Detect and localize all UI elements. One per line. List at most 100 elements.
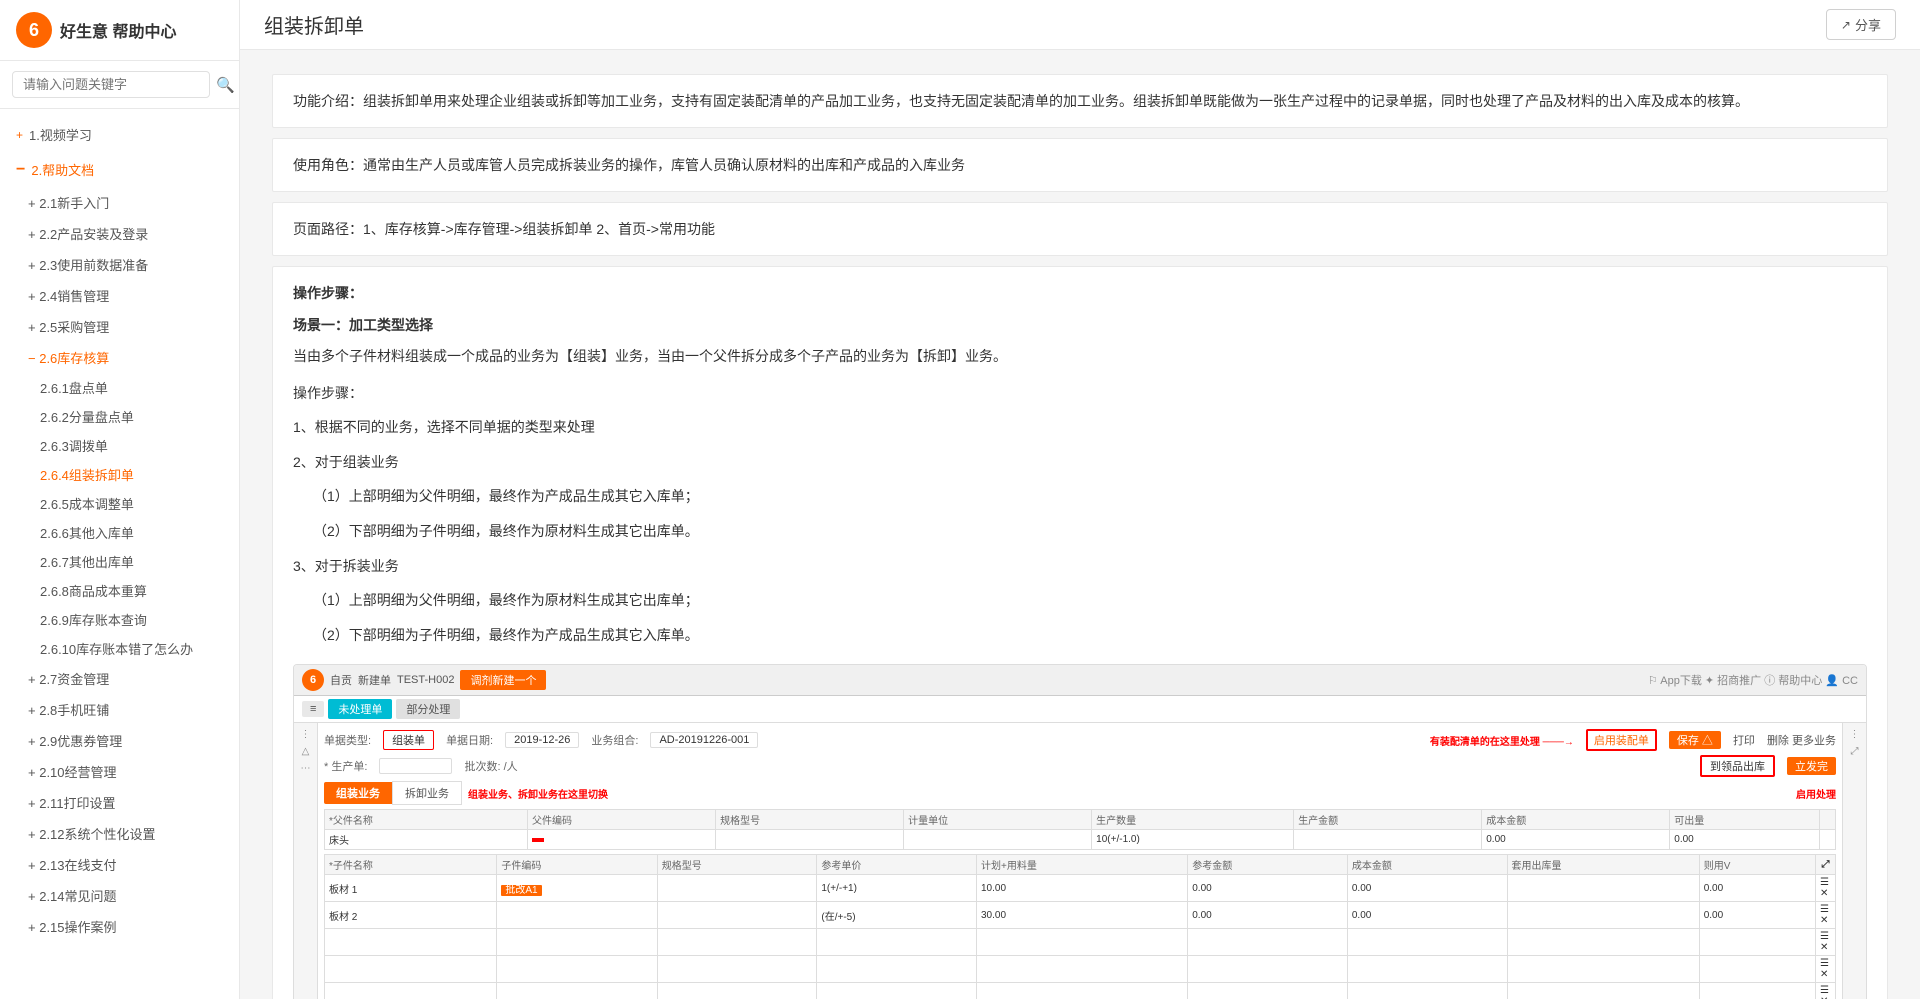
sidebar-item-finance[interactable]: + 2.7资金管理 [0, 663, 239, 694]
breadcrumb-text: 页面路径：1、库存核算->库存管理->组装拆卸单 2、首页->常用功能 [293, 219, 1867, 239]
sidebar-item-inventory[interactable]: − 2.6库存核算 [0, 342, 239, 373]
sidebar-item-purchase[interactable]: + 2.5采购管理 [0, 311, 239, 342]
td-qty: 10(+/-1.0) [1092, 830, 1294, 850]
sim-tabs-row: 组装业务 拆卸业务 组装业务、拆卸业务在这里切换 启用处理 [324, 781, 1836, 805]
sim-left-nav: ≡ [302, 701, 324, 717]
page-title: 组装拆卸单 [264, 10, 364, 39]
sim-logo: 6 [302, 669, 324, 691]
sidebar-item-mobile[interactable]: + 2.8手机旺铺 [0, 694, 239, 725]
sidebar-item-install[interactable]: + 2.2产品安装及登录 [0, 218, 239, 249]
sidebar-item-2-6-10[interactable]: 2.6.10库存账本错了怎么办 [0, 634, 239, 663]
sidebar-item-ops[interactable]: + 2.10经营管理 [0, 756, 239, 787]
sim-btn-config[interactable]: 启用装配单 [1586, 729, 1657, 751]
sidebar-item-coupon[interactable]: + 2.9优惠券管理 [0, 725, 239, 756]
sidebar-item-custom[interactable]: + 2.12系统个性化设置 [0, 818, 239, 849]
step2: 2、对于组装业务 [293, 449, 1867, 476]
sim-tab-partial[interactable]: 部分处理 [396, 699, 460, 719]
expand-icon: + [16, 128, 23, 142]
sim-btn-new[interactable]: 调剂新建一个 [460, 670, 546, 690]
sim-parent-table: *父件名称 父件编码 规格型号 计量单位 生产数量 生产金额 成本金额 可出量 [324, 809, 1836, 850]
sidebar-item-data-prep[interactable]: + 2.3使用前数据准备 [0, 249, 239, 280]
th-child-spec: 规格型号 [657, 855, 817, 875]
sim-nav-new: 新建单 [358, 672, 391, 688]
expand-icon-2-7: + [28, 672, 39, 687]
search-box: 🔍 [0, 61, 239, 109]
step3: 3、对于拆装业务 [293, 553, 1867, 580]
td-act [1820, 830, 1836, 850]
sidebar-item-payment[interactable]: + 2.13在线支付 [0, 849, 239, 880]
sim-nav-home: 自贡 [330, 672, 352, 688]
expand-icon-2-11: + [28, 796, 39, 811]
nav-items: + 1.视频学习 − 2.帮助文档 + 2.1新手入门 + 2.2产品安装及登录… [0, 109, 239, 999]
sidebar: 6 好生意 帮助中心 🔍 + 1.视频学习 − 2.帮助文档 + 2.1新手入门… [0, 0, 240, 999]
sim-label-num2: 批次数: /人 [464, 758, 517, 774]
expand-icon-2-9: + [28, 734, 39, 749]
scenario1-desc: 当由多个子件材料组装成一个成品的业务为【组装】业务，当由一个父件拆分成多个子产品… [293, 343, 1867, 370]
th-expand: ⤢ [1816, 855, 1836, 875]
sim-sub-bar: ≡ 未处理单 部分处理 [294, 696, 1866, 723]
sim-print: 打印 [1733, 732, 1755, 748]
sidebar-item-2-6-5[interactable]: 2.6.5成本调整单 [0, 489, 239, 518]
sim-num-value[interactable] [379, 758, 452, 774]
th-parent-name: *父件名称 [325, 810, 528, 830]
sidebar-item-cases[interactable]: + 2.15操作案例 [0, 911, 239, 942]
sim-left-icons: ⋮ △ ⋯ [294, 723, 318, 999]
sidebar-item-2-6-8[interactable]: 2.6.8商品成本重算 [0, 576, 239, 605]
search-button[interactable]: 🔍 [216, 76, 235, 94]
table-row: ☰ ✕ [325, 956, 1836, 983]
sidebar-item-2-6-2[interactable]: 2.6.2分量盘点单 [0, 402, 239, 431]
search-input[interactable] [12, 71, 210, 98]
sidebar-item-2-6-7[interactable]: 2.6.7其他出库单 [0, 547, 239, 576]
sim-icon-2: △ [302, 746, 310, 757]
annotation-4-text: 启用处理 [1796, 786, 1836, 801]
sim-badge: 批改A1 [501, 885, 541, 896]
logo-text: 好生意 帮助中心 [60, 18, 176, 42]
th-avail: 可出量 [1670, 810, 1820, 830]
sim-tab-disassemble[interactable]: 拆卸业务 [392, 781, 462, 805]
sidebar-item-print[interactable]: + 2.11打印设置 [0, 787, 239, 818]
table-row: 床头 10(+/-1.0) 0.00 [325, 830, 1836, 850]
sim-right-icon-2: ⤢ [1851, 746, 1859, 757]
sidebar-item-docs[interactable]: − 2.帮助文档 [0, 152, 239, 187]
sidebar-item-faq[interactable]: + 2.14常见问题 [0, 880, 239, 911]
sim-label-biz: 业务组合: [591, 732, 638, 748]
sim-tab-active[interactable]: 未处理单 [328, 699, 392, 719]
sim-date-value[interactable]: 2019-12-26 [505, 732, 579, 748]
ops-title: 操作步骤： [293, 283, 1867, 303]
expand-icon-2-4: + [28, 289, 39, 304]
sidebar-item-2-6-9[interactable]: 2.6.9库存账本查询 [0, 605, 239, 634]
sidebar-item-video[interactable]: + 1.视频学习 [0, 117, 239, 152]
sidebar-item-sales[interactable]: + 2.4销售管理 [0, 280, 239, 311]
sub-step-3-1: （1）上部明细为父件明细，最终作为原材料生成其它出库单； [313, 587, 1867, 614]
sim-form-row2: * 生产单: 批次数: /人 到领品出库 立发完 [324, 755, 1836, 777]
sim-field-annotated[interactable]: 到领品出库 [1700, 755, 1775, 777]
expand-icon-2-1: + [28, 196, 39, 211]
expand-icon-2-2: + [28, 227, 39, 242]
sidebar-item-2-6-3[interactable]: 2.6.3调拨单 [0, 431, 239, 460]
sim-icon-1: ⋮ [301, 729, 311, 740]
sim-type-value[interactable]: 组装单 [383, 730, 434, 750]
sim-label-date: 单据日期: [446, 732, 493, 748]
share-button[interactable]: ↗ 分享 [1826, 9, 1896, 40]
sidebar-item-2-6-4[interactable]: 2.6.4组装拆卸单 [0, 460, 239, 489]
th-prod-amt: 生产金额 [1294, 810, 1482, 830]
sim-tab-assemble[interactable]: 组装业务 [324, 782, 392, 804]
main-area: 组装拆卸单 ↗ 分享 功能介绍：组装拆卸单用来处理企业组装或拆卸等加工业务，支持… [240, 0, 1920, 999]
sim-top-bar: 6 自贡 新建单 TEST-H002 调剂新建一个 ⚐ App下载 ✦ 招商推广… [294, 665, 1866, 696]
td-avail: 0.00 [1670, 830, 1820, 850]
role-text: 使用角色：通常由生产人员或库管人员完成拆装业务的操作，库管人员确认原材料的出库和… [293, 155, 1867, 175]
sidebar-item-newcomer[interactable]: + 2.1新手入门 [0, 187, 239, 218]
sim-biz-value[interactable]: AD-20191226-001 [650, 732, 758, 748]
sim-ok-btn[interactable]: 立发完 [1787, 757, 1836, 775]
expand-icon-2-5: + [28, 320, 39, 335]
sim-btn-save[interactable]: 保存 △ [1669, 731, 1721, 749]
sidebar-item-2-6-1[interactable]: 2.6.1盘点单 [0, 373, 239, 402]
sub-step-2-1: （1）上部明细为父件明细，最终作为产成品生成其它入库单； [313, 483, 1867, 510]
annotation-3-text: 组装业务、拆卸业务在这里切换 [468, 786, 608, 801]
sidebar-header: 6 好生意 帮助中心 [0, 0, 239, 61]
sub-step-2-2: （2）下部明细为子件明细，最终作为原材料生成其它出库单。 [313, 518, 1867, 545]
top-bar: 组装拆卸单 ↗ 分享 [240, 0, 1920, 50]
role-block: 使用角色：通常由生产人员或库管人员完成拆装业务的操作，库管人员确认原材料的出库和… [272, 138, 1888, 192]
th-plan-qty: 计划+用料量 [977, 855, 1188, 875]
sidebar-item-2-6-6[interactable]: 2.6.6其他入库单 [0, 518, 239, 547]
